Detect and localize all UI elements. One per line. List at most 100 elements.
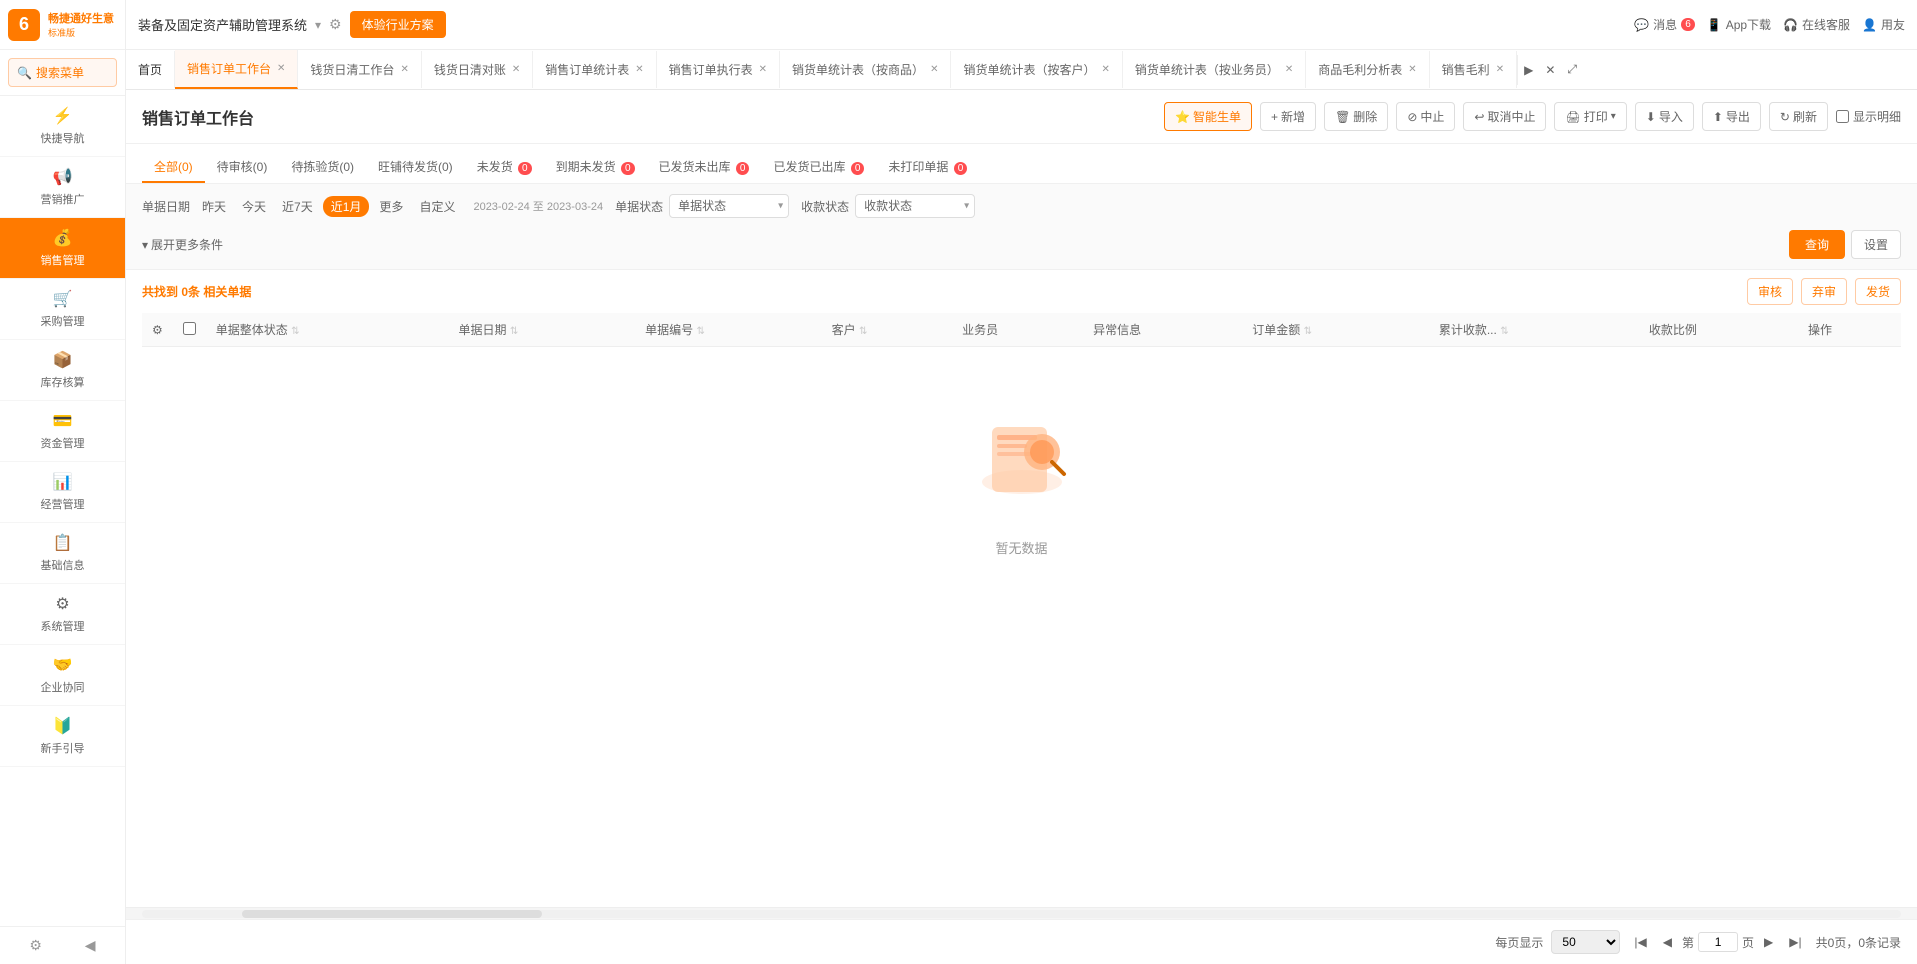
sidebar-item-purchase[interactable]: 🛒 采购管理 — [0, 279, 125, 340]
collapse-sidebar-icon[interactable]: ◀ — [85, 937, 96, 954]
detail-checkbox[interactable] — [1836, 110, 1849, 123]
review-btn[interactable]: 审核 — [1747, 278, 1793, 305]
th-checkbox[interactable] — [173, 313, 206, 347]
ship-btn[interactable]: 发货 — [1855, 278, 1901, 305]
close-tab-sales-stat-customer[interactable]: ✕ — [1101, 64, 1109, 75]
date-7days[interactable]: 近7天 — [276, 196, 319, 217]
close-tab-sales-gross[interactable]: ✕ — [1496, 64, 1504, 75]
message-btn[interactable]: 💬 消息 6 — [1634, 16, 1695, 33]
sidebar-item-inventory[interactable]: 📦 库存核算 — [0, 340, 125, 401]
close-tab-sales-exec[interactable]: ✕ — [759, 64, 767, 75]
sidebar-item-system[interactable]: ⚙ 系统管理 — [0, 584, 125, 645]
add-btn[interactable]: + 新增 — [1260, 102, 1316, 131]
refresh-btn[interactable]: ↻ 刷新 — [1769, 102, 1828, 131]
sort-number-icon[interactable]: ⇅ — [696, 326, 704, 337]
filter-tab-wangpu-pending[interactable]: 旺铺待发货(0) — [366, 152, 465, 183]
filter-tab-not-shipped[interactable]: 未发货 0 — [465, 152, 544, 183]
tab-sales-exec[interactable]: 销售订单执行表 ✕ — [657, 51, 780, 88]
sort-date-icon[interactable]: ⇅ — [510, 326, 518, 337]
filter-tab-shipped-not-out[interactable]: 已发货未出库 0 — [647, 152, 762, 183]
filter-tab-overdue-not-shipped[interactable]: 到期未发货 0 — [544, 152, 647, 183]
tab-expand-btn[interactable]: ⤢ — [1561, 54, 1583, 85]
search-menu-button[interactable]: 🔍 搜索菜单 — [8, 58, 117, 87]
tab-home[interactable]: 首页 — [126, 51, 175, 88]
sort-status-icon[interactable]: ⇅ — [291, 326, 299, 337]
app-download-btn[interactable]: 📱 App下载 — [1707, 16, 1771, 33]
tab-sales-stat-staff[interactable]: 销货单统计表（按业务员） ✕ — [1123, 51, 1306, 88]
filter-tab-shipped-out[interactable]: 已发货已出库 0 — [761, 152, 876, 183]
industry-btn[interactable]: 体验行业方案 — [350, 11, 446, 38]
tab-product-margin[interactable]: 商品毛利分析表 ✕ — [1306, 51, 1429, 88]
page-last-btn[interactable]: ▶| — [1783, 933, 1807, 951]
close-tab-daily-cash[interactable]: ✕ — [400, 64, 408, 75]
th-settings[interactable]: ⚙ — [142, 313, 173, 347]
tab-sales-stat-customer[interactable]: 销货单统计表（按客户） ✕ — [951, 51, 1122, 88]
payment-select[interactable]: 收款状态 — [855, 194, 975, 218]
user-btn[interactable]: 👤 用友 — [1862, 16, 1905, 33]
page-first-btn[interactable]: |◀ — [1628, 933, 1652, 951]
tab-sales-workbench[interactable]: 销售订单工作台 ✕ — [175, 50, 298, 89]
cancel-review-btn[interactable]: 弃审 — [1801, 278, 1847, 305]
filter-tab-not-printed[interactable]: 未打印单据 0 — [876, 152, 979, 183]
date-yesterday[interactable]: 昨天 — [196, 196, 232, 217]
scroll-thumb[interactable] — [242, 910, 542, 918]
print-btn[interactable]: 🖨 打印 ▾ — [1554, 102, 1626, 131]
sidebar-item-quick-nav[interactable]: ⚡ 快捷导航 — [0, 96, 125, 157]
tab-more-btn[interactable]: ▶ — [1517, 55, 1539, 85]
page-size-select[interactable]: 50 20 100 — [1551, 930, 1620, 954]
date-1month[interactable]: 近1月 — [323, 196, 370, 217]
tab-sales-gross[interactable]: 销售毛利 ✕ — [1430, 51, 1517, 88]
close-tab-sales-stat-product[interactable]: ✕ — [930, 64, 938, 75]
sidebar-search[interactable]: 🔍 搜索菜单 — [0, 50, 125, 96]
sidebar-item-finance[interactable]: 💳 资金管理 — [0, 401, 125, 462]
close-tab-cash-reconcile[interactable]: ✕ — [512, 64, 520, 75]
sidebar-item-sales[interactable]: 💰 销售管理 — [0, 218, 125, 279]
smart-create-btn[interactable]: ⭐ 智能生单 — [1164, 102, 1252, 131]
tab-close-all-btn[interactable]: ✕ — [1539, 55, 1561, 85]
page-input[interactable] — [1698, 932, 1738, 952]
cancel-stop-btn[interactable]: ↩ 取消中止 — [1463, 102, 1546, 131]
sidebar-item-guide[interactable]: 🔰 新手引导 — [0, 706, 125, 767]
close-tab-product-margin[interactable]: ✕ — [1408, 64, 1416, 75]
detail-checkbox-label[interactable]: 显示明细 — [1836, 108, 1901, 125]
filter-tab-pending-inspect[interactable]: 待拣验货(0) — [279, 152, 366, 183]
sort-amount-icon[interactable]: ⇅ — [1304, 326, 1312, 337]
tab-daily-cash[interactable]: 钱货日清工作台 ✕ — [298, 51, 421, 88]
th-status: 单据整体状态 ⇅ — [206, 313, 449, 347]
select-all-checkbox[interactable] — [183, 322, 196, 335]
table-toolbar: 共找到 0条 相关单据 审核 弃审 发货 — [126, 270, 1917, 313]
stop-btn[interactable]: ⊘ 中止 — [1396, 102, 1455, 131]
page-prev-btn[interactable]: ◀ — [1657, 933, 1678, 951]
delete-btn[interactable]: 🗑 删除 — [1324, 102, 1388, 131]
sidebar-item-marketing[interactable]: 📢 营销推广 — [0, 157, 125, 218]
online-service-btn[interactable]: 🎧 在线客服 — [1783, 16, 1850, 33]
filter-tab-all[interactable]: 全部(0) — [142, 152, 205, 183]
tab-sales-stat-product[interactable]: 销货单统计表（按商品） ✕ — [780, 51, 951, 88]
import-btn[interactable]: ⬇ 导入 — [1635, 102, 1694, 131]
page-next-btn[interactable]: ▶ — [1758, 933, 1779, 951]
export-btn[interactable]: ⬆ 导出 — [1702, 102, 1761, 131]
date-more[interactable]: 更多 — [373, 196, 409, 217]
tab-sales-stats[interactable]: 销售订单统计表 ✕ — [533, 51, 656, 88]
tab-cash-reconcile[interactable]: 钱货日清对账 ✕ — [422, 51, 533, 88]
system-dropdown-icon[interactable]: ▾ — [315, 18, 321, 32]
expand-more-btn[interactable]: ▾ 展开更多条件 — [142, 236, 223, 253]
close-tab-sales-stat-staff[interactable]: ✕ — [1285, 64, 1293, 75]
sidebar-item-basic-info[interactable]: 📋 基础信息 — [0, 523, 125, 584]
date-today[interactable]: 今天 — [236, 196, 272, 217]
settings-bottom-icon[interactable]: ⚙ — [29, 937, 42, 954]
sort-customer-icon[interactable]: ⇅ — [859, 326, 867, 337]
query-btn[interactable]: 查询 — [1789, 230, 1845, 259]
filter-setting-btn[interactable]: 设置 — [1851, 230, 1901, 259]
table-container: ⚙ 单据整体状态 ⇅ 单据日期 ⇅ — [126, 313, 1917, 907]
sort-collected-icon[interactable]: ⇅ — [1500, 326, 1508, 337]
close-tab-sales-stats[interactable]: ✕ — [635, 64, 643, 75]
sidebar-item-cooperation[interactable]: 🤝 企业协同 — [0, 645, 125, 706]
header-settings-icon[interactable]: ⚙ — [329, 16, 342, 33]
date-custom[interactable]: 自定义 — [413, 196, 461, 217]
status-select[interactable]: 单据状态 — [669, 194, 789, 218]
close-tab-sales-workbench[interactable]: ✕ — [277, 63, 285, 74]
filter-tab-pending-review[interactable]: 待审核(0) — [205, 152, 280, 183]
sidebar-item-operations[interactable]: 📊 经营管理 — [0, 462, 125, 523]
horizontal-scrollbar[interactable] — [126, 907, 1917, 919]
